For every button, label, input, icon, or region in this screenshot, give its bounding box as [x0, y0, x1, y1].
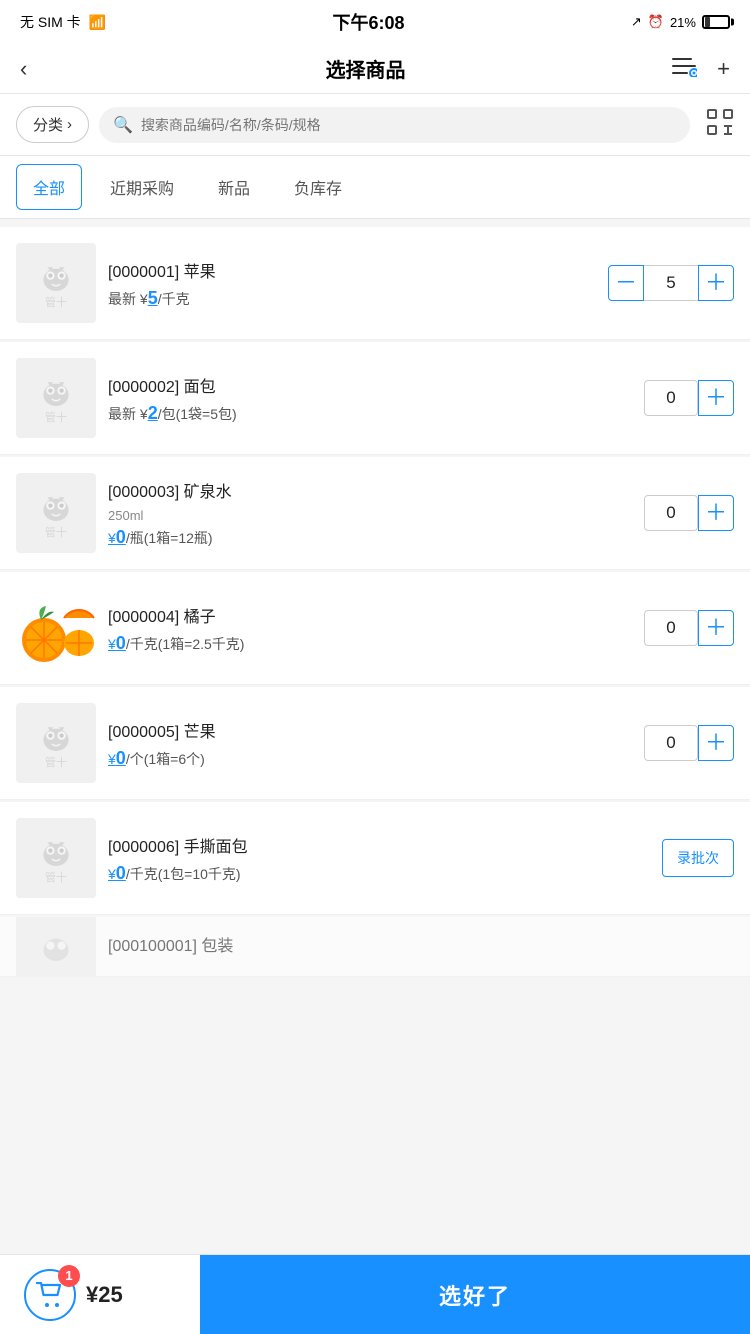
qty-input[interactable] [644, 610, 698, 646]
product-name: [0000003] 矿泉水 [108, 478, 632, 502]
product-price: 最新 ¥5/千克 [108, 288, 596, 309]
qty-plus-button[interactable]: ＋ [698, 610, 734, 646]
qty-input[interactable] [644, 495, 698, 531]
owl-logo-icon: 管十 [35, 831, 77, 885]
product-thumbnail: 管十 [16, 818, 96, 898]
qty-plus-button[interactable]: ＋ [698, 725, 734, 761]
product-thumbnail [16, 917, 96, 977]
chevron-right-icon: › [67, 116, 72, 133]
cart-section: 1 ¥25 [0, 1269, 200, 1321]
product-spec: 250ml [108, 508, 632, 523]
tab-recent[interactable]: 近期采购 [94, 156, 190, 218]
product-price: ¥0/千克(1包=10千克) [108, 863, 650, 884]
tab-negative[interactable]: 负库存 [278, 156, 358, 218]
product-thumbnail: 管十 [16, 243, 96, 323]
list-item: [000100001] 包装 [0, 917, 750, 977]
page-title: 选择商品 [326, 54, 406, 83]
product-name: [000100001] 包装 [108, 932, 734, 956]
product-info: [0000003] 矿泉水 250ml ¥0/瓶(1箱=12瓶) [108, 478, 632, 548]
nav-bar: ‹ 选择商品 + [0, 44, 750, 94]
scan-icon[interactable] [706, 108, 734, 142]
back-button[interactable]: ‹ [20, 56, 60, 82]
location-icon: ↗ [631, 14, 642, 30]
list-item: 管十 [0000001] 苹果 最新 ¥5/千克 － ＋ [0, 227, 750, 340]
list-item: 管十 [0000003] 矿泉水 250ml ¥0/瓶(1箱=12瓶) ＋ [0, 457, 750, 570]
cart-badge: 1 [58, 1265, 80, 1287]
product-info: [0000006] 手撕面包 ¥0/千克(1包=10千克) [108, 833, 650, 884]
product-price: 最新 ¥2/包(1袋=5包) [108, 403, 632, 424]
status-bar: 无 SIM 卡 📶 下午6:08 ↗ ⏰ 21% [0, 0, 750, 44]
category-button[interactable]: 分类 › [16, 106, 89, 143]
record-batch-button[interactable]: 录批次 [662, 839, 734, 877]
owl-logo-icon: 管十 [35, 716, 77, 770]
qty-control: ＋ [644, 380, 734, 416]
qty-control: － ＋ [608, 265, 734, 301]
product-price: ¥0/千克(1箱=2.5千克) [108, 633, 632, 654]
search-input[interactable] [141, 117, 676, 133]
bottom-bar: 1 ¥25 选好了 [0, 1254, 750, 1334]
product-thumbnail: 管十 [16, 358, 96, 438]
product-name: [0000002] 面包 [108, 373, 632, 397]
product-info: [0000001] 苹果 最新 ¥5/千克 [108, 258, 596, 309]
add-icon[interactable]: + [717, 56, 730, 82]
product-name: [0000006] 手撕面包 [108, 833, 650, 857]
product-thumbnail: 管十 [16, 473, 96, 553]
qty-input[interactable] [644, 725, 698, 761]
product-thumbnail [16, 588, 96, 668]
qty-plus-button[interactable]: ＋ [698, 380, 734, 416]
owl-logo-icon: 管十 [35, 256, 77, 310]
alarm-icon: ⏰ [648, 14, 664, 30]
product-info: [0000002] 面包 最新 ¥2/包(1袋=5包) [108, 373, 632, 424]
tab-new[interactable]: 新品 [202, 156, 266, 218]
list-item: [0000004] 橘子 ¥0/千克(1箱=2.5千克) ＋ [0, 572, 750, 685]
product-info: [000100001] 包装 [108, 932, 734, 962]
product-name: [0000005] 芒果 [108, 718, 632, 742]
product-info: [0000005] 芒果 ¥0/个(1箱=6个) [108, 718, 632, 769]
qty-input[interactable] [644, 380, 698, 416]
product-thumbnail: 管十 [16, 703, 96, 783]
status-time: 下午6:08 [332, 9, 404, 35]
product-list: 管十 [0000001] 苹果 最新 ¥5/千克 － ＋ [0, 227, 750, 977]
owl-logo-icon: 管十 [35, 371, 77, 425]
battery-icon [702, 15, 730, 29]
product-name: [0000004] 橘子 [108, 603, 632, 627]
owl-logo-icon: 管十 [35, 486, 77, 540]
product-name: [0000001] 苹果 [108, 258, 596, 282]
search-icon: 🔍 [113, 115, 133, 135]
list-item: 管十 [0000005] 芒果 ¥0/个(1箱=6个) ＋ [0, 687, 750, 800]
orange-image [16, 588, 96, 668]
product-info: [0000004] 橘子 ¥0/千克(1箱=2.5千克) [108, 603, 632, 654]
battery-text: 21% [670, 15, 696, 30]
qty-plus-button[interactable]: ＋ [698, 265, 734, 301]
list-item: 管十 [0000002] 面包 最新 ¥2/包(1袋=5包) ＋ [0, 342, 750, 455]
list-item: 管十 [0000006] 手撕面包 ¥0/千克(1包=10千克) 录批次 [0, 802, 750, 915]
cart-button[interactable]: 1 [24, 1269, 76, 1321]
status-right: ↗ ⏰ 21% [631, 14, 730, 30]
product-price: ¥0/瓶(1箱=12瓶) [108, 527, 632, 548]
status-left: 无 SIM 卡 📶 [20, 12, 106, 32]
wifi-icon: 📶 [89, 14, 106, 31]
qty-control: ＋ [644, 610, 734, 646]
cart-total: ¥25 [86, 1282, 123, 1308]
nav-actions: + [671, 55, 730, 83]
product-price: ¥0/个(1箱=6个) [108, 748, 632, 769]
tab-all[interactable]: 全部 [16, 164, 82, 210]
qty-control: ＋ [644, 725, 734, 761]
carrier-text: 无 SIM 卡 [20, 12, 81, 32]
tab-row: 全部 近期采购 新品 负库存 [0, 156, 750, 219]
qty-minus-button[interactable]: － [608, 265, 644, 301]
qty-plus-button[interactable]: ＋ [698, 495, 734, 531]
qty-control: ＋ [644, 495, 734, 531]
qty-input[interactable] [644, 265, 698, 301]
filter-row: 分类 › 🔍 [0, 94, 750, 156]
filter-icon[interactable] [671, 55, 697, 83]
owl-logo-icon [35, 926, 77, 968]
confirm-button[interactable]: 选好了 [200, 1255, 750, 1334]
search-box: 🔍 [99, 107, 690, 143]
